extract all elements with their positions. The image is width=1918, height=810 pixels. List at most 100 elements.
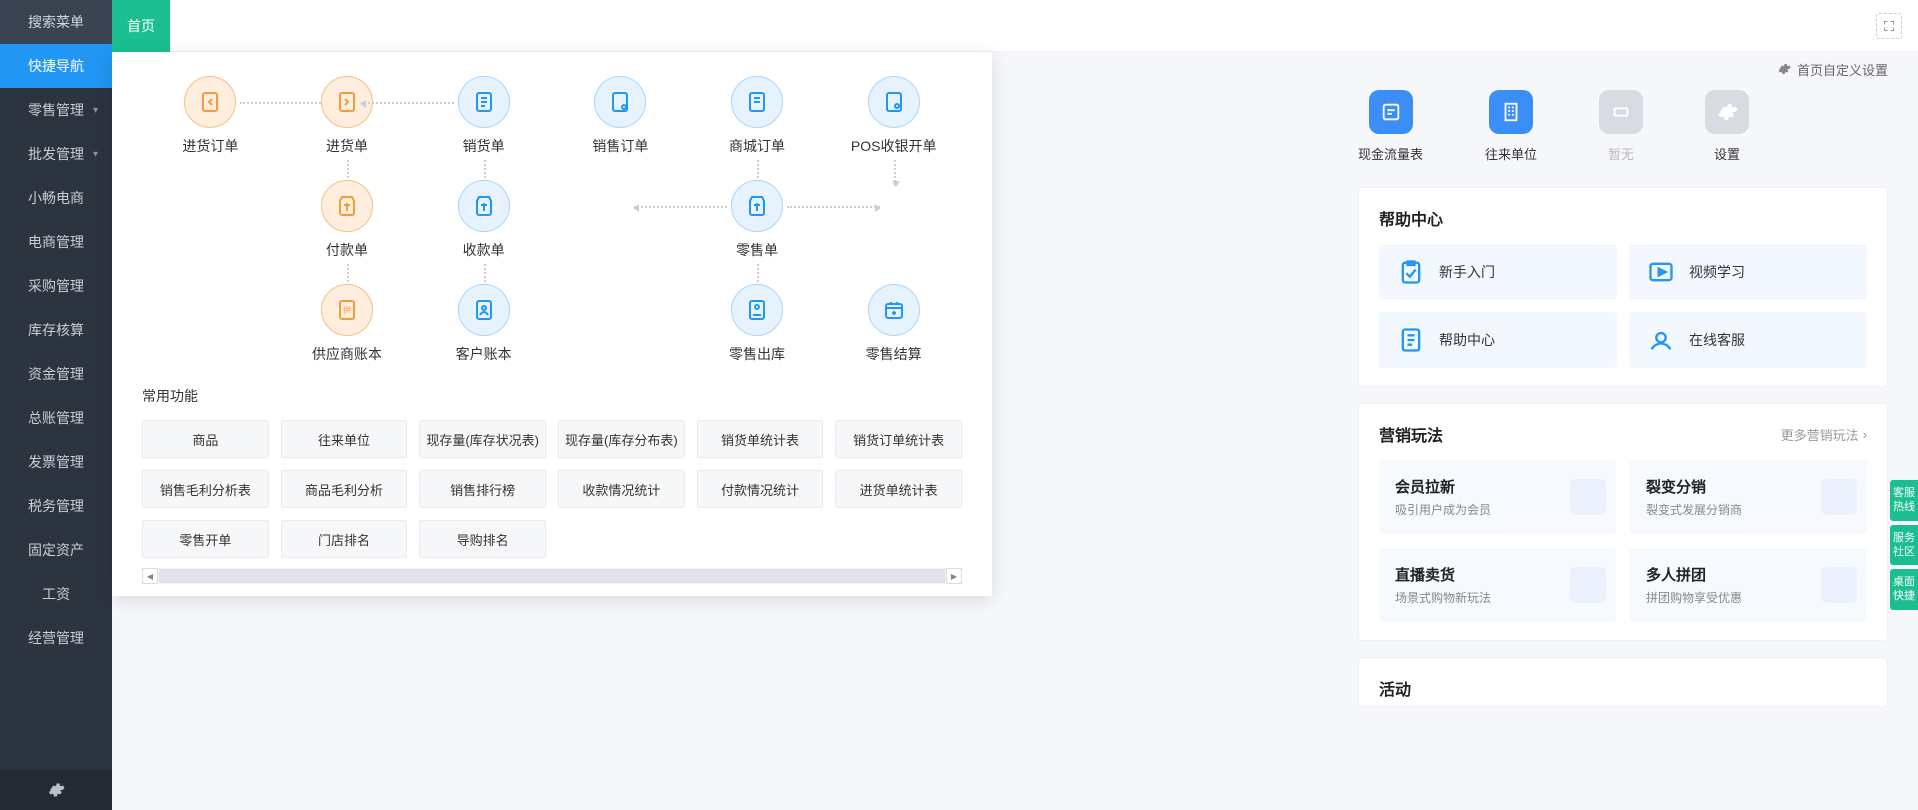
market-member[interactable]: 会员拉新 吸引用户成为会员: [1379, 460, 1616, 534]
qbtn-sales-stats[interactable]: 销货单统计表: [697, 420, 824, 458]
qbtn-sales-rank[interactable]: 销售排行榜: [419, 470, 546, 508]
sidebar-item-inventory[interactable]: 库存核算: [0, 308, 112, 352]
flow-retail[interactable]: 零售单: [689, 180, 826, 260]
headset-icon: [1647, 326, 1675, 354]
sidebar-item-operation[interactable]: 经营管理: [0, 616, 112, 660]
shortcut-contacts[interactable]: 往来单位: [1485, 90, 1537, 163]
flow-pos[interactable]: POS收银开单: [825, 76, 962, 156]
floater-hotline[interactable]: 客服热线: [1890, 480, 1918, 521]
scroll-right-button[interactable]: ▶: [946, 568, 962, 584]
retail-outbound-icon: [731, 284, 783, 336]
sidebar-search-menu[interactable]: 搜索菜单: [0, 0, 112, 44]
marketing-panel: 营销玩法 更多营销玩法› 会员拉新 吸引用户成为会员 裂变分销 裂变式发展分销商…: [1358, 403, 1888, 641]
right-column: 首页自定义设置 现金流量表 往来单位 暂无 设置 帮助中心 新手入门: [1358, 52, 1888, 723]
fission-icon: [1821, 479, 1857, 515]
activity-panel: 活动: [1358, 657, 1888, 707]
market-fission[interactable]: 裂变分销 裂变式发展分销商: [1630, 460, 1867, 534]
sidebar-item-xiaochang[interactable]: 小畅电商: [0, 176, 112, 220]
gear-icon: [1705, 90, 1749, 134]
qbtn-receipt-stats[interactable]: 收款情况统计: [558, 470, 685, 508]
receipt-icon: [458, 180, 510, 232]
help-service[interactable]: 在线客服: [1629, 312, 1867, 368]
flow-retail-outbound[interactable]: 零售出库: [689, 284, 826, 364]
cashflow-icon: [1369, 90, 1413, 134]
flow-payment[interactable]: 付款单: [279, 180, 416, 260]
sidebar-item-quicknav[interactable]: 快捷导航: [0, 44, 112, 88]
horizontal-scrollbar[interactable]: ◀ ▶: [142, 568, 962, 584]
pos-icon: [868, 76, 920, 128]
flow-retail-settle[interactable]: 零售结算: [825, 284, 962, 364]
marketing-title: 营销玩法: [1379, 422, 1443, 446]
shortcut-empty[interactable]: 暂无: [1599, 90, 1643, 163]
home-custom-settings[interactable]: 首页自定义设置: [1358, 52, 1888, 86]
help-title: 帮助中心: [1379, 206, 1443, 230]
tab-home[interactable]: 首页: [112, 0, 170, 52]
qbtn-gross-analysis[interactable]: 销售毛利分析表: [142, 470, 269, 508]
workflow-grid: 进货订单 进货单 销货单 销售订单 商城订单 POS收银开单: [142, 76, 962, 364]
sidebar-item-invoice[interactable]: 发票管理: [0, 440, 112, 484]
quicknav-flyout: 进货订单 进货单 销货单 销售订单 商城订单 POS收银开单: [112, 52, 992, 596]
chevron-down-icon: ▾: [93, 149, 98, 160]
common-functions-title: 常用功能: [142, 386, 962, 406]
scroll-left-button[interactable]: ◀: [142, 568, 158, 584]
sidebar-item-ledger[interactable]: 总账管理: [0, 396, 112, 440]
chevron-down-icon: ▾: [93, 105, 98, 116]
purchase-order-icon: [184, 76, 236, 128]
sidebar-item-wholesale[interactable]: 批发管理▾: [0, 132, 112, 176]
qbtn-product-gross[interactable]: 商品毛利分析: [281, 470, 408, 508]
sidebar-item-salary[interactable]: 工资: [0, 572, 112, 616]
qbtn-retail-open[interactable]: 零售开单: [142, 520, 269, 558]
qbtn-purchase-stats[interactable]: 进货单统计表: [835, 470, 962, 508]
chevron-right-icon: ›: [1863, 427, 1867, 442]
sidebar-item-purchase[interactable]: 采购管理: [0, 264, 112, 308]
qbtn-contacts[interactable]: 往来单位: [281, 420, 408, 458]
qbtn-guide-rank[interactable]: 导购排名: [419, 520, 546, 558]
help-newbie[interactable]: 新手入门: [1379, 244, 1617, 300]
member-icon: [1570, 479, 1606, 515]
shortcut-settings[interactable]: 设置: [1705, 90, 1749, 163]
flow-receipt[interactable]: 收款单: [415, 180, 552, 260]
floater-community[interactable]: 服务社区: [1890, 525, 1918, 566]
flow-purchase[interactable]: 进货单: [279, 76, 416, 156]
activity-title: 活动: [1379, 676, 1867, 700]
qbtn-stock-dist[interactable]: 现存量(库存分布表): [558, 420, 685, 458]
help-center[interactable]: 帮助中心: [1379, 312, 1617, 368]
clipboard-check-icon: [1397, 258, 1425, 286]
topbar: 首页: [112, 0, 1918, 52]
sidebar-settings-button[interactable]: [0, 770, 112, 810]
qbtn-product[interactable]: 商品: [142, 420, 269, 458]
flow-customer-book[interactable]: 客户账本: [415, 284, 552, 364]
payment-icon: [321, 180, 373, 232]
fullscreen-icon: [1883, 20, 1895, 32]
floater-desktop[interactable]: 桌面快捷: [1890, 569, 1918, 610]
fullscreen-button[interactable]: [1876, 13, 1902, 39]
play-icon: [1647, 258, 1675, 286]
sidebar-item-ecommerce[interactable]: 电商管理: [0, 220, 112, 264]
qbtn-salesorder-stats[interactable]: 销货订单统计表: [835, 420, 962, 458]
group-icon: [1821, 567, 1857, 603]
flow-supplier-book[interactable]: 供 供应商账本: [279, 284, 416, 364]
retail-settle-icon: [868, 284, 920, 336]
flow-sales-order[interactable]: 销售订单: [552, 76, 689, 156]
live-icon: [1570, 567, 1606, 603]
flow-sales[interactable]: 销货单: [415, 76, 552, 156]
marketing-more-link[interactable]: 更多营销玩法›: [1781, 425, 1867, 444]
sidebar-item-tax[interactable]: 税务管理: [0, 484, 112, 528]
placeholder-icon: [1599, 90, 1643, 134]
flow-mall-order[interactable]: 商城订单: [689, 76, 826, 156]
qbtn-store-rank[interactable]: 门店排名: [281, 520, 408, 558]
sidebar-item-funds[interactable]: 资金管理: [0, 352, 112, 396]
floating-tabs: 客服热线 服务社区 桌面快捷: [1890, 480, 1918, 610]
market-group[interactable]: 多人拼团 拼团购物享受优惠: [1630, 548, 1867, 622]
gear-icon: [1777, 62, 1791, 76]
flow-purchase-order[interactable]: 进货订单: [142, 76, 279, 156]
sidebar-item-fixedassets[interactable]: 固定资产: [0, 528, 112, 572]
mall-order-icon: [731, 76, 783, 128]
sidebar-item-retail[interactable]: 零售管理▾: [0, 88, 112, 132]
qbtn-stock-status[interactable]: 现存量(库存状况表): [419, 420, 546, 458]
market-live[interactable]: 直播卖货 场景式购物新玩法: [1379, 548, 1616, 622]
shortcut-cashflow[interactable]: 现金流量表: [1358, 90, 1423, 163]
qbtn-payment-stats[interactable]: 付款情况统计: [697, 470, 824, 508]
help-video[interactable]: 视频学习: [1629, 244, 1867, 300]
shortcut-row: 现金流量表 往来单位 暂无 设置: [1358, 86, 1888, 187]
